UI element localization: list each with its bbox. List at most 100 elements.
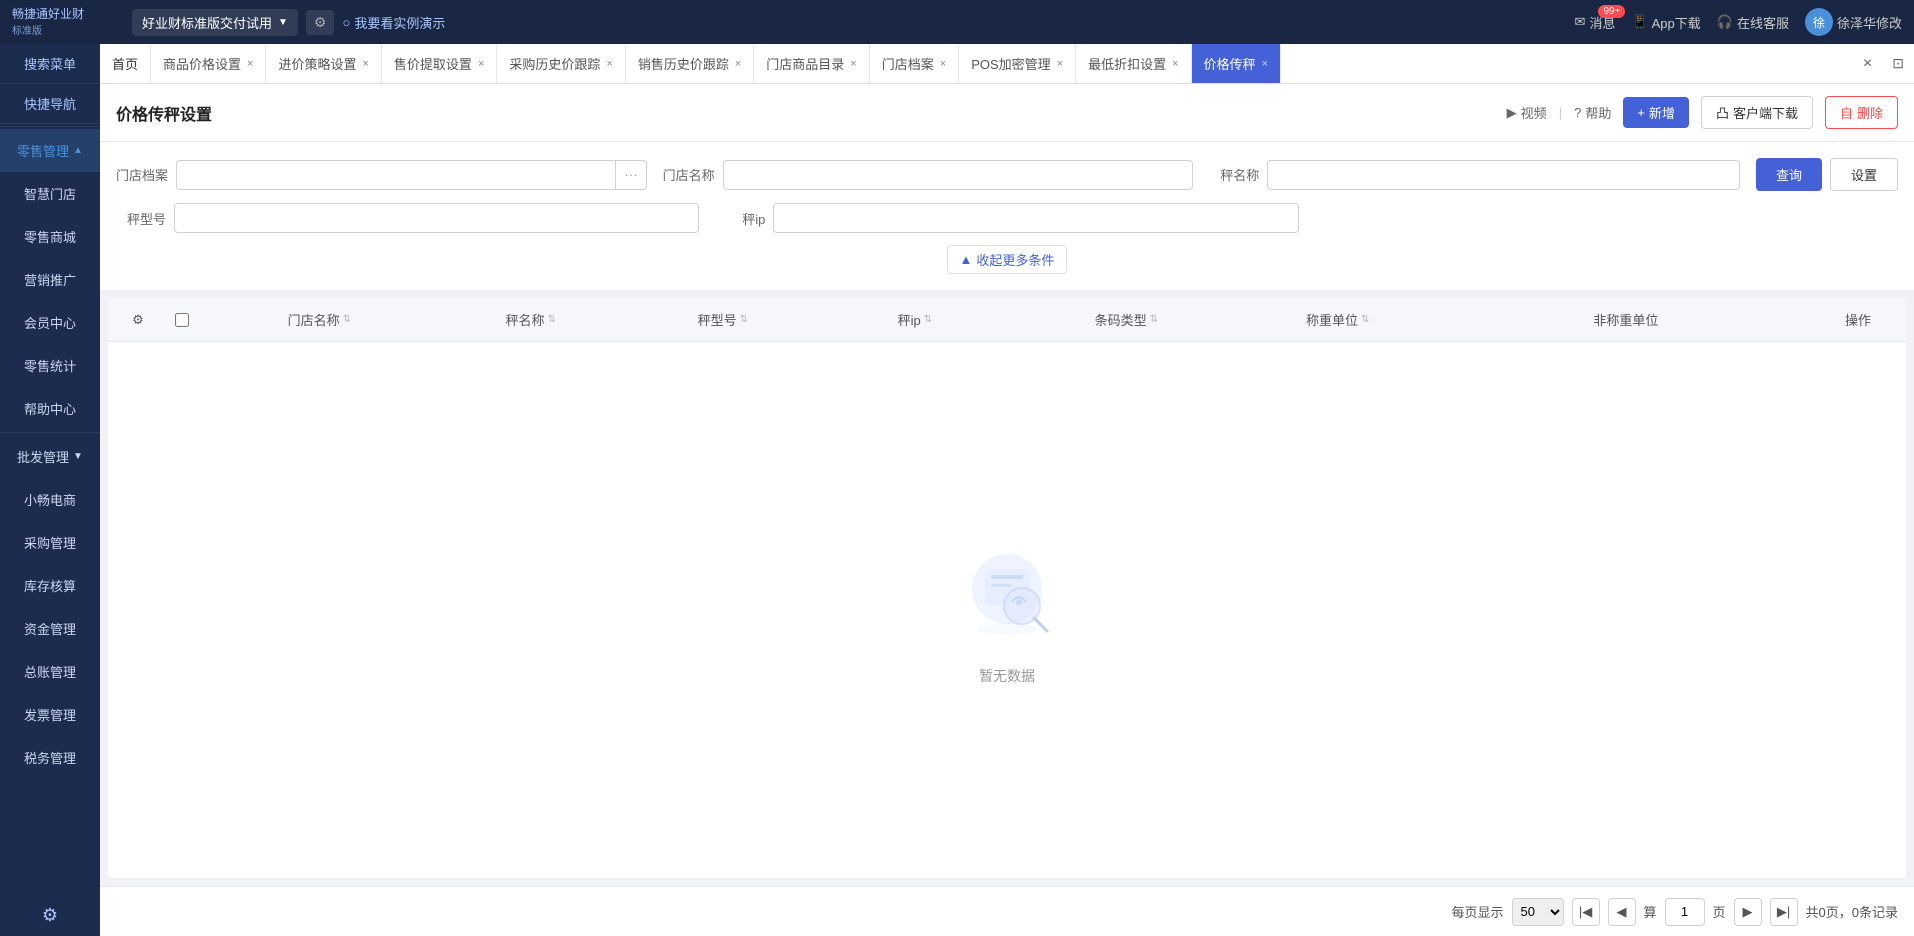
tab-product-price-close-icon[interactable]: × bbox=[247, 58, 253, 70]
store-archive-label: 门店档案 bbox=[116, 165, 168, 184]
tab-min-discount[interactable]: 最低折扣设置 × bbox=[1076, 44, 1191, 83]
first-page-button[interactable]: |◀ bbox=[1572, 898, 1600, 926]
logo-version: 标准版 bbox=[12, 22, 84, 37]
sidebar-item-retail-stats[interactable]: 零售统计 bbox=[0, 344, 100, 387]
last-page-button[interactable]: ▶| bbox=[1770, 898, 1798, 926]
add-icon: + bbox=[1637, 105, 1645, 120]
sidebar-item-general-ledger[interactable]: 总账管理 bbox=[0, 650, 100, 693]
sort-scale-name-icon[interactable]: ⇅ bbox=[547, 314, 555, 325]
client-download-button[interactable]: 凸 客户端下载 bbox=[1701, 96, 1813, 129]
sidebar-settings-bottom[interactable]: ⚙ bbox=[0, 895, 100, 936]
th-non-weight-unit: 非称重单位 bbox=[1434, 310, 1818, 329]
help-center-label: 帮助中心 bbox=[24, 399, 76, 418]
tab-sale-history-close-icon[interactable]: × bbox=[735, 58, 741, 70]
help-link[interactable]: ? 帮助 bbox=[1574, 103, 1611, 122]
sidebar-item-marketing[interactable]: 营销推广 bbox=[0, 258, 100, 301]
add-new-button[interactable]: + 新增 bbox=[1623, 97, 1689, 128]
tab-pos-management-label: POS加密管理 bbox=[971, 54, 1050, 73]
th-settings[interactable]: ⚙ bbox=[116, 312, 160, 328]
sort-scale-model-icon[interactable]: ⇅ bbox=[740, 314, 748, 325]
tab-window-max-button[interactable]: ⊡ bbox=[1882, 55, 1914, 72]
tab-price-scale-close-icon[interactable]: × bbox=[1262, 58, 1268, 70]
per-page-select[interactable]: 50 100 200 bbox=[1512, 898, 1564, 926]
invoice-label: 发票管理 bbox=[24, 705, 76, 724]
tab-window-close-button[interactable]: × bbox=[1853, 55, 1882, 73]
th-non-weight-unit-label: 非称重单位 bbox=[1593, 310, 1658, 329]
tab-store-archive-close-icon[interactable]: × bbox=[940, 58, 946, 70]
prev-page-button[interactable]: ◀ bbox=[1608, 898, 1636, 926]
tab-pos-management[interactable]: POS加密管理 × bbox=[959, 44, 1076, 83]
sidebar-item-smart-store[interactable]: 智慧门店 bbox=[0, 172, 100, 215]
next-page-button[interactable]: ▶ bbox=[1734, 898, 1762, 926]
tab-sale-extract-close-icon[interactable]: × bbox=[478, 58, 484, 70]
user-name: 徐泽华修改 bbox=[1837, 13, 1902, 32]
sidebar-search[interactable]: 搜索菜单 bbox=[0, 44, 100, 84]
sidebar-item-procurement[interactable]: 采购管理 bbox=[0, 521, 100, 564]
sort-store-name-icon[interactable]: ⇅ bbox=[343, 314, 351, 325]
sidebar-item-wholesale[interactable]: 批发管理 ▼ bbox=[0, 435, 100, 478]
settings-gear-button[interactable]: ⚙ bbox=[306, 10, 335, 35]
tab-purchase-history[interactable]: 采购历史价跟踪 × bbox=[497, 44, 625, 83]
store-archive-dots-button[interactable]: ··· bbox=[615, 160, 646, 190]
tab-home-label: 首页 bbox=[112, 54, 138, 73]
sidebar-quick-nav[interactable]: 快捷导航 bbox=[0, 84, 100, 124]
header-divider: | bbox=[1559, 105, 1562, 120]
sidebar-item-retail-management[interactable]: 零售管理 ▲ bbox=[0, 129, 100, 172]
collapse-button[interactable]: ▲ 收起更多条件 bbox=[947, 245, 1068, 274]
sidebar-item-invoice[interactable]: 发票管理 bbox=[0, 693, 100, 736]
tab-purchase-strategy-close-icon[interactable]: × bbox=[362, 58, 368, 70]
query-button[interactable]: 查询 bbox=[1756, 158, 1822, 191]
tab-home[interactable]: 首页 bbox=[100, 44, 151, 83]
tab-purchase-strategy[interactable]: 进价策略设置 × bbox=[266, 44, 381, 83]
table-header: ⚙ 门店名称 ⇅ 秤名称 ⇅ bbox=[108, 298, 1906, 342]
tab-pos-management-close-icon[interactable]: × bbox=[1057, 58, 1063, 70]
notifications-button[interactable]: ✉ 消息 99+ bbox=[1575, 13, 1616, 32]
tab-bar: 首页 商品价格设置 × 进价策略设置 × 售价提取设置 × 采购历史价跟踪 × bbox=[100, 44, 1914, 84]
workspace-selector[interactable]: 好业财标准版交付试用 ▼ bbox=[132, 9, 298, 36]
smart-store-label: 智慧门店 bbox=[24, 184, 76, 203]
scale-model-input[interactable] bbox=[174, 203, 699, 233]
th-scale-name: 秤名称 ⇅ bbox=[435, 310, 627, 329]
tab-price-scale[interactable]: 价格传秤 × bbox=[1192, 44, 1281, 83]
online-service-button[interactable]: 🎧 在线客服 bbox=[1717, 13, 1789, 32]
sidebar-item-help-center[interactable]: 帮助中心 bbox=[0, 387, 100, 430]
scale-ip-input[interactable] bbox=[773, 203, 1298, 233]
sidebar-item-tax[interactable]: 税务管理 bbox=[0, 736, 100, 779]
scale-ip-label: 秤ip bbox=[715, 209, 765, 228]
sort-barcode-type-icon[interactable]: ⇅ bbox=[1150, 314, 1158, 325]
tab-store-catalog[interactable]: 门店商品目录 × bbox=[754, 44, 869, 83]
tab-sale-extract[interactable]: 售价提取设置 × bbox=[382, 44, 497, 83]
procurement-label: 采购管理 bbox=[24, 533, 76, 552]
sidebar-item-retail-mall[interactable]: 零售商城 bbox=[0, 215, 100, 258]
search-label: 搜索菜单 bbox=[24, 57, 76, 72]
tab-purchase-history-close-icon[interactable]: × bbox=[606, 58, 612, 70]
notification-badge: 99+ bbox=[1598, 5, 1625, 18]
quick-nav-label: 快捷导航 bbox=[24, 97, 76, 112]
tab-store-catalog-close-icon[interactable]: × bbox=[850, 58, 856, 70]
video-link[interactable]: ▶ 视频 bbox=[1507, 103, 1547, 122]
scale-name-input[interactable] bbox=[1267, 160, 1740, 190]
sidebar-item-xiaochangec[interactable]: 小畅电商 bbox=[0, 478, 100, 521]
sidebar-item-member-center[interactable]: 会员中心 bbox=[0, 301, 100, 344]
tab-min-discount-close-icon[interactable]: × bbox=[1172, 58, 1178, 70]
help-label: 帮助 bbox=[1585, 103, 1611, 122]
demo-link[interactable]: ○ 我要看实例演示 bbox=[342, 13, 445, 32]
tab-product-price[interactable]: 商品价格设置 × bbox=[151, 44, 266, 83]
sidebar-item-inventory[interactable]: 库存核算 bbox=[0, 564, 100, 607]
tab-end-actions: × ⊡ bbox=[1853, 55, 1914, 73]
select-all-checkbox[interactable] bbox=[175, 313, 189, 327]
store-name-input[interactable] bbox=[723, 160, 1194, 190]
th-checkbox[interactable] bbox=[160, 313, 204, 327]
store-archive-input[interactable] bbox=[176, 160, 615, 190]
set-button[interactable]: 设置 bbox=[1830, 158, 1898, 191]
sort-scale-ip-icon[interactable]: ⇅ bbox=[924, 314, 932, 325]
tab-sale-history[interactable]: 销售历史价跟踪 × bbox=[626, 44, 754, 83]
user-profile-button[interactable]: 徐 徐泽华修改 bbox=[1805, 8, 1902, 36]
page-number-input[interactable] bbox=[1665, 898, 1705, 926]
sidebar-item-finance[interactable]: 资金管理 bbox=[0, 607, 100, 650]
tab-store-archive[interactable]: 门店档案 × bbox=[870, 44, 959, 83]
delete-button[interactable]: 自 删除 bbox=[1825, 96, 1898, 129]
app-download-button[interactable]: 📱 App下载 bbox=[1631, 13, 1700, 32]
sort-weight-unit-icon[interactable]: ⇅ bbox=[1361, 314, 1369, 325]
tab-purchase-history-label: 采购历史价跟踪 bbox=[509, 54, 600, 73]
